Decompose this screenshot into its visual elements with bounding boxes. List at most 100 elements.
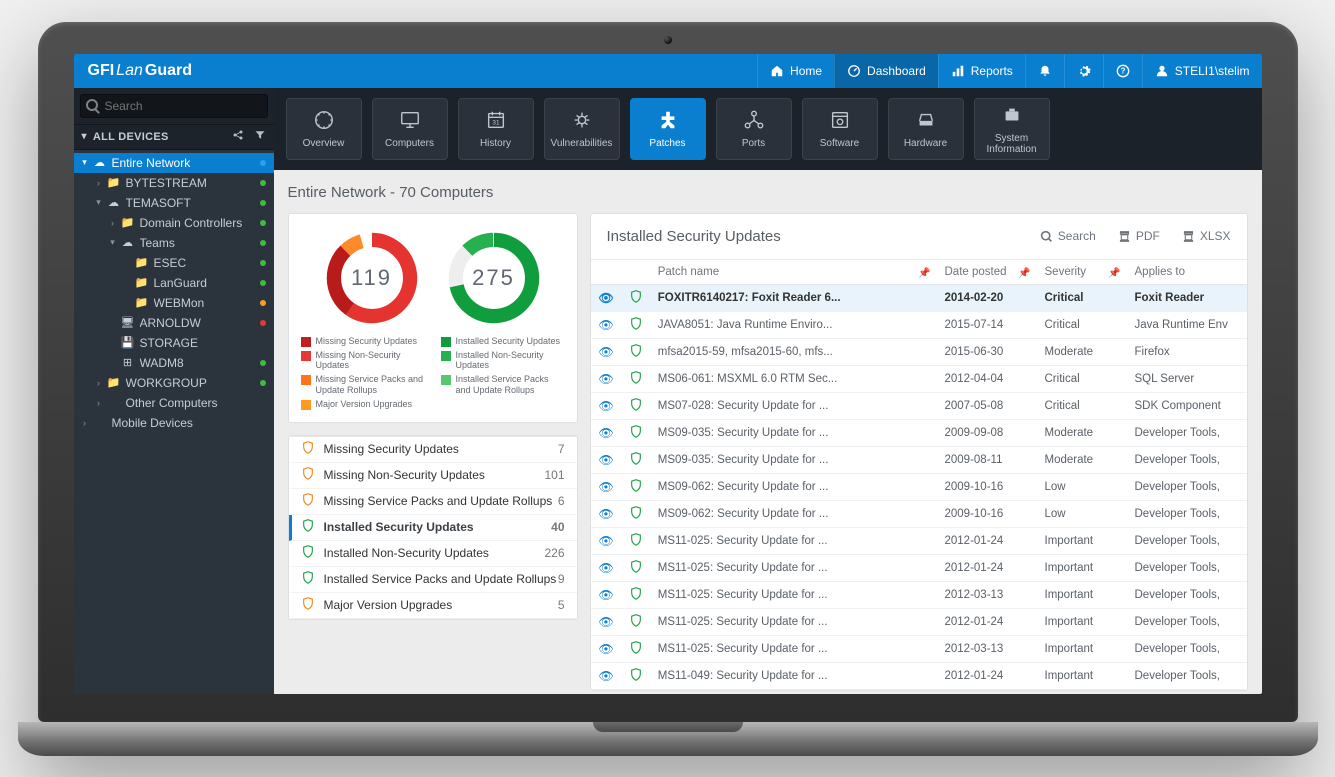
table-row[interactable]: 👁MS09-035: Security Update for ...2009-0…	[591, 419, 1247, 446]
export-xlsx[interactable]: XLSX	[1182, 229, 1231, 243]
table-row[interactable]: 👁mfsa2015-59, mfsa2015-60, mfs...2015-06…	[591, 338, 1247, 365]
search-input[interactable]	[80, 94, 268, 118]
nav-help[interactable]: ?	[1103, 54, 1142, 88]
table-row[interactable]: 👁MS11-025: Security Update for ...2012-0…	[591, 635, 1247, 662]
tree-label: WEBMon	[154, 296, 256, 310]
sidebar-all-devices[interactable]: ▾ ALL DEVICES	[74, 124, 274, 150]
category-item[interactable]: Installed Non-Security Updates226	[289, 541, 577, 567]
category-item[interactable]: Missing Service Packs and Update Rollups…	[289, 489, 577, 515]
tile-software[interactable]: Software	[802, 98, 878, 160]
table-row[interactable]: 👁MS11-049: Security Update for ...2012-0…	[591, 662, 1247, 689]
table-search[interactable]: Search	[1040, 229, 1096, 243]
eye-icon[interactable]: 👁	[599, 615, 614, 629]
tile-label: History	[480, 138, 511, 149]
table-row[interactable]: 👁MS07-028: Security Update for ...2007-0…	[591, 392, 1247, 419]
table-row[interactable]: 👁MS09-062: Security Update for ...2009-1…	[591, 473, 1247, 500]
export-pdf[interactable]: PDF	[1118, 229, 1160, 243]
tree-node[interactable]: ▾☁Teams	[74, 233, 274, 253]
eye-icon[interactable]: 👁	[599, 534, 614, 548]
eye-icon[interactable]: 👁	[599, 345, 614, 359]
eye-icon[interactable]: 👁	[599, 291, 614, 305]
eye-icon[interactable]: 👁	[599, 561, 614, 575]
col-name[interactable]: Patch name📌	[650, 260, 937, 285]
category-item[interactable]: Installed Security Updates40	[289, 515, 577, 541]
eye-icon[interactable]: 👁	[599, 372, 614, 386]
col-sev[interactable]: Severity📌	[1037, 260, 1127, 285]
overview-icon	[312, 108, 336, 132]
category-item[interactable]: Major Version Upgrades5	[289, 593, 577, 619]
tile-ports[interactable]: Ports	[716, 98, 792, 160]
tree-node[interactable]: 🖥ARNOLDW	[74, 313, 274, 333]
eye-icon[interactable]: 👁	[599, 642, 614, 656]
cell-date: 2014-02-20	[937, 284, 1037, 311]
folder-icon: 📁	[106, 376, 122, 389]
col-app[interactable]: Applies to	[1127, 260, 1247, 285]
tree-node[interactable]: ›📁BYTESTREAM	[74, 173, 274, 193]
nav-reports[interactable]: Reports	[938, 54, 1025, 88]
tile-overview[interactable]: Overview	[286, 98, 362, 160]
cell-name: MS11-025: Security Update for ...	[650, 581, 937, 608]
share-icon[interactable]	[232, 129, 244, 144]
table-row[interactable]: 👁MS11-025: Security Update for ...2012-0…	[591, 581, 1247, 608]
nav-user-label: STELI1\stelim	[1175, 64, 1250, 78]
tile-patches[interactable]: Patches	[630, 98, 706, 160]
tree-node[interactable]: ›📁Domain Controllers	[74, 213, 274, 233]
legend-item: Installed Security Updates	[441, 336, 565, 347]
eye-icon[interactable]: 👁	[599, 399, 614, 413]
tree-node[interactable]: 📁WEBMon	[74, 293, 274, 313]
tree-node[interactable]: ›📁WORKGROUP	[74, 373, 274, 393]
ports-icon	[742, 108, 766, 132]
eye-icon[interactable]: 👁	[599, 669, 614, 683]
tree-node[interactable]: ›Mobile Devices	[74, 413, 274, 433]
category-item[interactable]: Installed Service Packs and Update Rollu…	[289, 567, 577, 593]
eye-icon[interactable]: 👁	[599, 453, 614, 467]
table-row[interactable]: 👁MS11-025: Security Update for ...2012-0…	[591, 608, 1247, 635]
table-row[interactable]: 👁MS11-025: Security Update for ...2012-0…	[591, 527, 1247, 554]
svg-text:31: 31	[492, 120, 500, 127]
table-row[interactable]: 👁JAVA8051: Java Runtime Enviro...2015-07…	[591, 311, 1247, 338]
eye-icon[interactable]: 👁	[599, 588, 614, 602]
tree-node[interactable]: 📁LanGuard	[74, 273, 274, 293]
tree-label: Entire Network	[112, 156, 256, 170]
tree-node[interactable]: ⊞WADM8	[74, 353, 274, 373]
nav-alerts[interactable]	[1025, 54, 1064, 88]
tree-node[interactable]: ▾☁Entire Network	[74, 153, 274, 173]
category-label: Installed Non-Security Updates	[324, 546, 489, 560]
nav-settings[interactable]	[1064, 54, 1103, 88]
filter-icon[interactable]	[254, 129, 266, 144]
export-pdf-label: PDF	[1136, 229, 1160, 243]
category-item[interactable]: Missing Security Updates7	[289, 437, 577, 463]
table-row[interactable]: 👁MS09-035: Security Update for ...2009-0…	[591, 446, 1247, 473]
shield-icon	[622, 338, 650, 365]
tree-node[interactable]: 💾STORAGE	[74, 333, 274, 353]
caret-icon: ▾	[94, 197, 104, 208]
col-date[interactable]: Date posted📌	[937, 260, 1037, 285]
tile-sysinfo[interactable]: System Information	[974, 98, 1050, 160]
eye-icon[interactable]: 👁	[599, 426, 614, 440]
tile-vulnerabilities[interactable]: Vulnerabilities	[544, 98, 620, 160]
tile-hardware[interactable]: Hardware	[888, 98, 964, 160]
table-row[interactable]: 👁MS11-025: Security Update for ...2012-0…	[591, 554, 1247, 581]
legend-item: Installed Service Packs and Update Rollu…	[441, 374, 565, 396]
cell-applies: Developer Tools,	[1127, 419, 1247, 446]
category-item[interactable]: Missing Non-Security Updates101	[289, 463, 577, 489]
search-icon	[86, 99, 98, 111]
tile-history[interactable]: 31 History	[458, 98, 534, 160]
cell-applies: Firefox	[1127, 338, 1247, 365]
nav-home[interactable]: Home	[757, 54, 834, 88]
tree-node[interactable]: ▾☁TEMASOFT	[74, 193, 274, 213]
table-row[interactable]: 👁MS06-061: MSXML 6.0 RTM Sec...2012-04-0…	[591, 365, 1247, 392]
tree-node[interactable]: 📁ESEC	[74, 253, 274, 273]
eye-icon[interactable]: 👁	[599, 507, 614, 521]
tree-node[interactable]: ›Other Computers	[74, 393, 274, 413]
shield-icon	[622, 392, 650, 419]
table-row[interactable]: 👁FOXITR6140217: Foxit Reader 6...2014-02…	[591, 284, 1247, 311]
table-row[interactable]: 👁MS09-062: Security Update for ...2009-1…	[591, 500, 1247, 527]
tile-computers[interactable]: Computers	[372, 98, 448, 160]
eye-icon[interactable]: 👁	[599, 318, 614, 332]
eye-icon[interactable]: 👁	[599, 480, 614, 494]
nav-dashboard[interactable]: Dashboard	[834, 54, 938, 88]
cell-date: 2015-07-14	[937, 311, 1037, 338]
nav-user[interactable]: STELI1\stelim	[1142, 54, 1262, 88]
computers-icon	[398, 108, 422, 132]
